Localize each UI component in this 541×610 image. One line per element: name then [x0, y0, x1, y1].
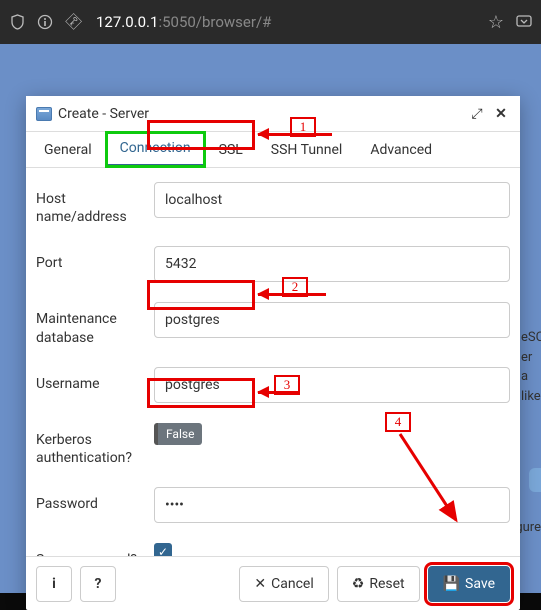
recycle-icon: ♻	[352, 576, 365, 592]
reset-button[interactable]: ♻Reset	[337, 566, 420, 602]
tab-sshtunnel[interactable]: SSH Tunnel	[257, 134, 357, 166]
maximize-icon[interactable]: ⤢	[468, 106, 486, 122]
input-password[interactable]	[154, 487, 510, 523]
pocket-icon[interactable]	[515, 13, 533, 31]
tab-advanced[interactable]: Advanced	[356, 134, 446, 166]
help-button[interactable]: ?	[80, 566, 116, 602]
label-port: Port	[36, 246, 154, 272]
save-icon: 💾	[443, 576, 460, 592]
dialog-header: Create - Server ⤢ ✕	[26, 96, 520, 132]
info-icon[interactable]	[36, 14, 54, 30]
info-button[interactable]: i	[36, 566, 72, 602]
label-kerberos: Kerberos authentication?	[36, 423, 154, 467]
url-path: :5050/browser/#	[158, 13, 271, 31]
label-password: Password	[36, 487, 154, 513]
server-icon	[36, 107, 52, 121]
close-icon[interactable]: ✕	[492, 106, 510, 122]
page-background: eSC er a like gure Create - Server ⤢ ✕ G…	[0, 44, 541, 593]
input-port[interactable]	[154, 246, 510, 282]
save-button[interactable]: 💾Save	[428, 566, 510, 602]
form-body: Host name/address Port Maintenance datab…	[26, 168, 520, 556]
input-host[interactable]	[154, 182, 510, 218]
dialog-footer: i ? ✕Cancel ♻Reset 💾Save	[26, 556, 520, 610]
label-host: Host name/address	[36, 182, 154, 226]
star-icon[interactable]: ☆	[487, 12, 505, 33]
browser-toolbar: ⚿ 127.0.0.1:5050/browser/# ☆	[0, 0, 541, 44]
tab-ssl[interactable]: SSL	[205, 134, 257, 166]
label-username: Username	[36, 367, 154, 393]
input-username[interactable]	[154, 367, 510, 403]
dialog-tabs: General Connection SSL SSH Tunnel Advanc…	[26, 132, 520, 168]
key-icon[interactable]: ⚿	[60, 9, 87, 36]
label-savepw: Save password?	[36, 543, 154, 556]
cancel-icon: ✕	[254, 576, 266, 592]
tab-connection[interactable]: Connection	[106, 132, 205, 167]
shield-icon[interactable]	[8, 14, 26, 30]
toggle-kerberos[interactable]: False	[154, 423, 202, 445]
dialog-title: Create - Server	[58, 106, 462, 122]
label-maintdb: Maintenance database	[36, 302, 154, 346]
create-server-dialog: Create - Server ⤢ ✕ General Connection S…	[26, 96, 520, 610]
tab-general[interactable]: General	[30, 134, 106, 166]
url-bar[interactable]: 127.0.0.1:5050/browser/#	[92, 13, 477, 31]
url-host: 127.0.0.1	[96, 13, 158, 31]
slider-handle[interactable]	[529, 468, 541, 492]
cancel-button[interactable]: ✕Cancel	[239, 566, 328, 602]
checkbox-savepw[interactable]: ✓	[154, 543, 172, 556]
side-clip-text: eSC er a like	[521, 328, 541, 406]
input-maintdb[interactable]	[154, 302, 510, 338]
